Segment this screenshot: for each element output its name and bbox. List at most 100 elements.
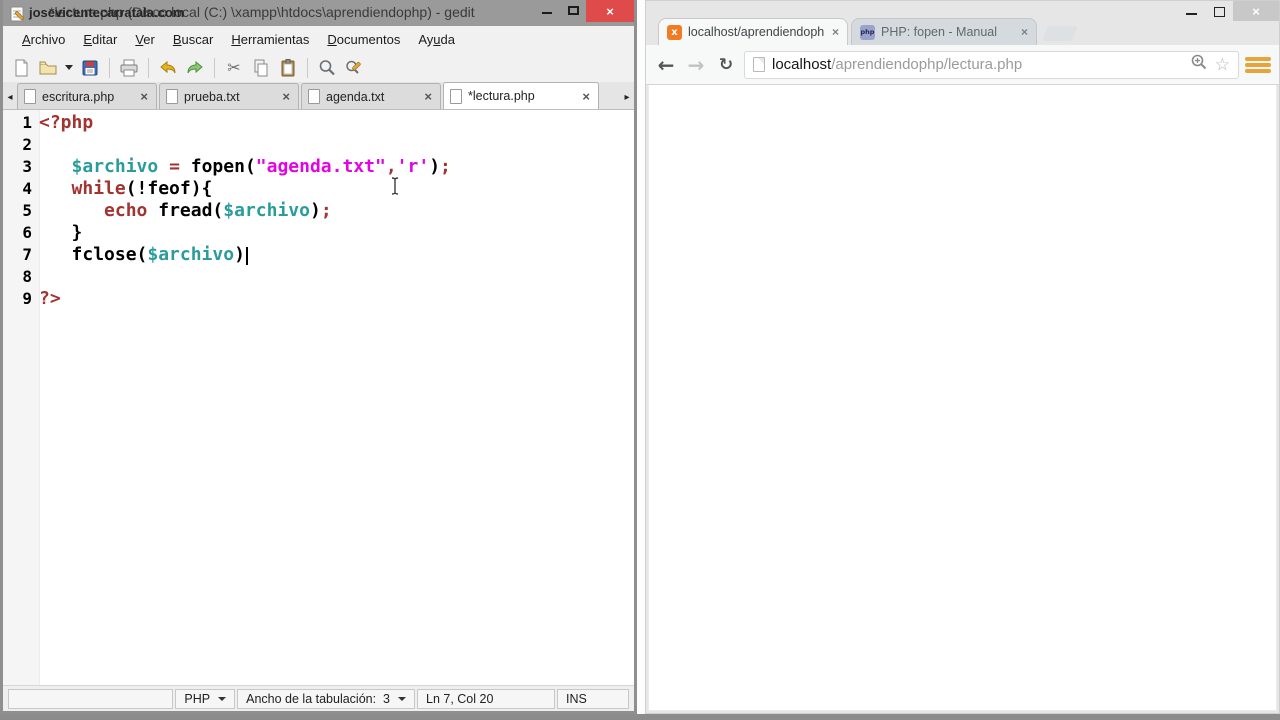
close-tab-icon[interactable]: ×: [580, 89, 592, 104]
menu-archivo[interactable]: Archivo: [13, 29, 74, 50]
print-icon: [120, 59, 138, 76]
close-tab-icon[interactable]: ×: [138, 89, 150, 104]
find-button[interactable]: [315, 56, 339, 80]
find-replace-button[interactable]: [342, 56, 366, 80]
new-document-button[interactable]: [9, 56, 33, 80]
bookmark-star-icon[interactable]: ☆: [1215, 55, 1230, 75]
code-token: ?>: [39, 288, 61, 309]
tab-width-dropdown[interactable]: Ancho de la tabulación: 3: [237, 688, 415, 709]
code-token: while: [71, 178, 126, 199]
browser-tab-php-manual[interactable]: php PHP: fopen - Manual ×: [851, 18, 1037, 45]
maximize-button[interactable]: [1205, 1, 1233, 19]
document-icon: [308, 89, 320, 104]
browser-tab-label: PHP: fopen - Manual: [881, 25, 998, 39]
input-mode: INS: [557, 688, 629, 709]
paste-button[interactable]: [276, 56, 300, 80]
toolbar-separator: [109, 57, 110, 78]
close-button[interactable]: ×: [1233, 1, 1279, 21]
minimize-icon: [542, 12, 552, 14]
browser-tab-localhost[interactable]: x localhost/aprendiendoph ×: [658, 18, 848, 45]
open-button[interactable]: [36, 56, 60, 80]
minimize-button[interactable]: [1177, 1, 1205, 19]
maximize-icon: [1213, 6, 1225, 17]
menu-ver[interactable]: Ver: [126, 29, 164, 50]
open-dropdown-icon[interactable]: [65, 65, 73, 70]
close-tab-icon[interactable]: ×: [280, 89, 292, 104]
print-button[interactable]: [117, 56, 141, 80]
editor-text-area[interactable]: 1 <?php 2 3 $archivo = fopen("agenda.txt",'…: [3, 110, 634, 685]
redo-button[interactable]: [183, 56, 207, 80]
code-token: fclose(: [71, 244, 148, 265]
browser-tab-label: localhost/aprendiendoph: [688, 25, 825, 39]
close-button[interactable]: ×: [586, 0, 634, 22]
cut-button[interactable]: ✂: [222, 56, 246, 80]
code-token: ,: [385, 156, 397, 177]
save-button[interactable]: [78, 56, 102, 80]
code-token: $archivo: [147, 244, 235, 265]
close-tab-icon[interactable]: ×: [422, 89, 434, 104]
editor-tab-label: prueba.txt: [184, 89, 240, 104]
browser-toolbar: ← → ↻ localhost/aprendiendophp/lectura.p…: [646, 45, 1279, 85]
forward-button[interactable]: →: [684, 53, 708, 77]
line-number: 2: [22, 135, 32, 154]
language-dropdown[interactable]: PHP: [175, 688, 236, 709]
close-tab-icon[interactable]: ×: [832, 25, 839, 39]
code-token: <?php: [39, 112, 94, 133]
tab-scroll-left[interactable]: ◂: [3, 85, 17, 109]
code-token: }: [71, 222, 83, 243]
php-favicon: php: [860, 24, 875, 40]
line-number: 5: [22, 201, 32, 220]
line-number: 4: [22, 179, 32, 198]
code-line: 2: [3, 134, 634, 156]
paste-icon: [281, 58, 295, 76]
code-token: =: [169, 156, 180, 177]
toolbar-separator: [148, 57, 149, 78]
browser-menu-button[interactable]: [1245, 54, 1271, 76]
editor-tab-lectura.php[interactable]: *lectura.php ×: [443, 82, 599, 109]
close-tab-icon[interactable]: ×: [1021, 25, 1028, 39]
url-text[interactable]: localhost/aprendiendophp/lectura.php: [772, 56, 1183, 73]
editor-tab-agenda.txt[interactable]: agenda.txt ×: [301, 83, 441, 109]
code-line: 3 $archivo = fopen("agenda.txt",'r');: [3, 156, 634, 178]
find-icon: [319, 59, 335, 75]
tab-scroll-right[interactable]: ▸: [620, 85, 634, 109]
zoom-icon[interactable]: [1190, 53, 1208, 76]
editor-tab-prueba.txt[interactable]: prueba.txt ×: [159, 83, 299, 109]
undo-button[interactable]: [156, 56, 180, 80]
code-line: 6 }: [3, 222, 634, 244]
minimize-button[interactable]: [534, 0, 560, 20]
menu-editar[interactable]: Editar: [74, 29, 126, 50]
code-token: "agenda.txt": [255, 156, 386, 177]
browser-viewport[interactable]: [648, 85, 1277, 711]
maximize-icon: [567, 5, 579, 15]
back-button[interactable]: ←: [654, 53, 678, 77]
menu-buscar[interactable]: Buscar: [164, 29, 222, 50]
xampp-favicon: x: [667, 24, 682, 40]
reload-button[interactable]: ↻: [714, 55, 738, 75]
code-token: 'r': [396, 156, 430, 177]
code-token: fread(: [158, 200, 224, 221]
line-number: 7: [22, 245, 32, 264]
line-number: 3: [22, 157, 32, 176]
browser-tab-strip: x localhost/aprendiendoph × php PHP: fop…: [646, 1, 1279, 45]
maximize-button[interactable]: [560, 0, 586, 20]
menu-documentos[interactable]: Documentos: [318, 29, 409, 50]
menu-ayuda[interactable]: Ayuda: [409, 29, 464, 50]
address-bar[interactable]: localhost/aprendiendophp/lectura.php ☆: [744, 50, 1239, 79]
hamburger-icon: [1245, 56, 1271, 61]
menu-herramientas[interactable]: Herramientas: [222, 29, 318, 50]
new-tab-button[interactable]: [1041, 26, 1079, 41]
code-token: (!feof){: [125, 178, 213, 199]
document-icon: [24, 89, 36, 104]
copy-button[interactable]: [249, 56, 273, 80]
copy-icon: [254, 59, 268, 76]
status-message-area: [8, 688, 174, 709]
close-icon: ×: [606, 3, 614, 19]
gedit-titlebar[interactable]: *lectura.php (Disco local (C:) \xampp\ht…: [3, 0, 634, 26]
code-token: (: [244, 156, 256, 177]
editor-tab-escritura.php[interactable]: escritura.php ×: [17, 83, 157, 109]
